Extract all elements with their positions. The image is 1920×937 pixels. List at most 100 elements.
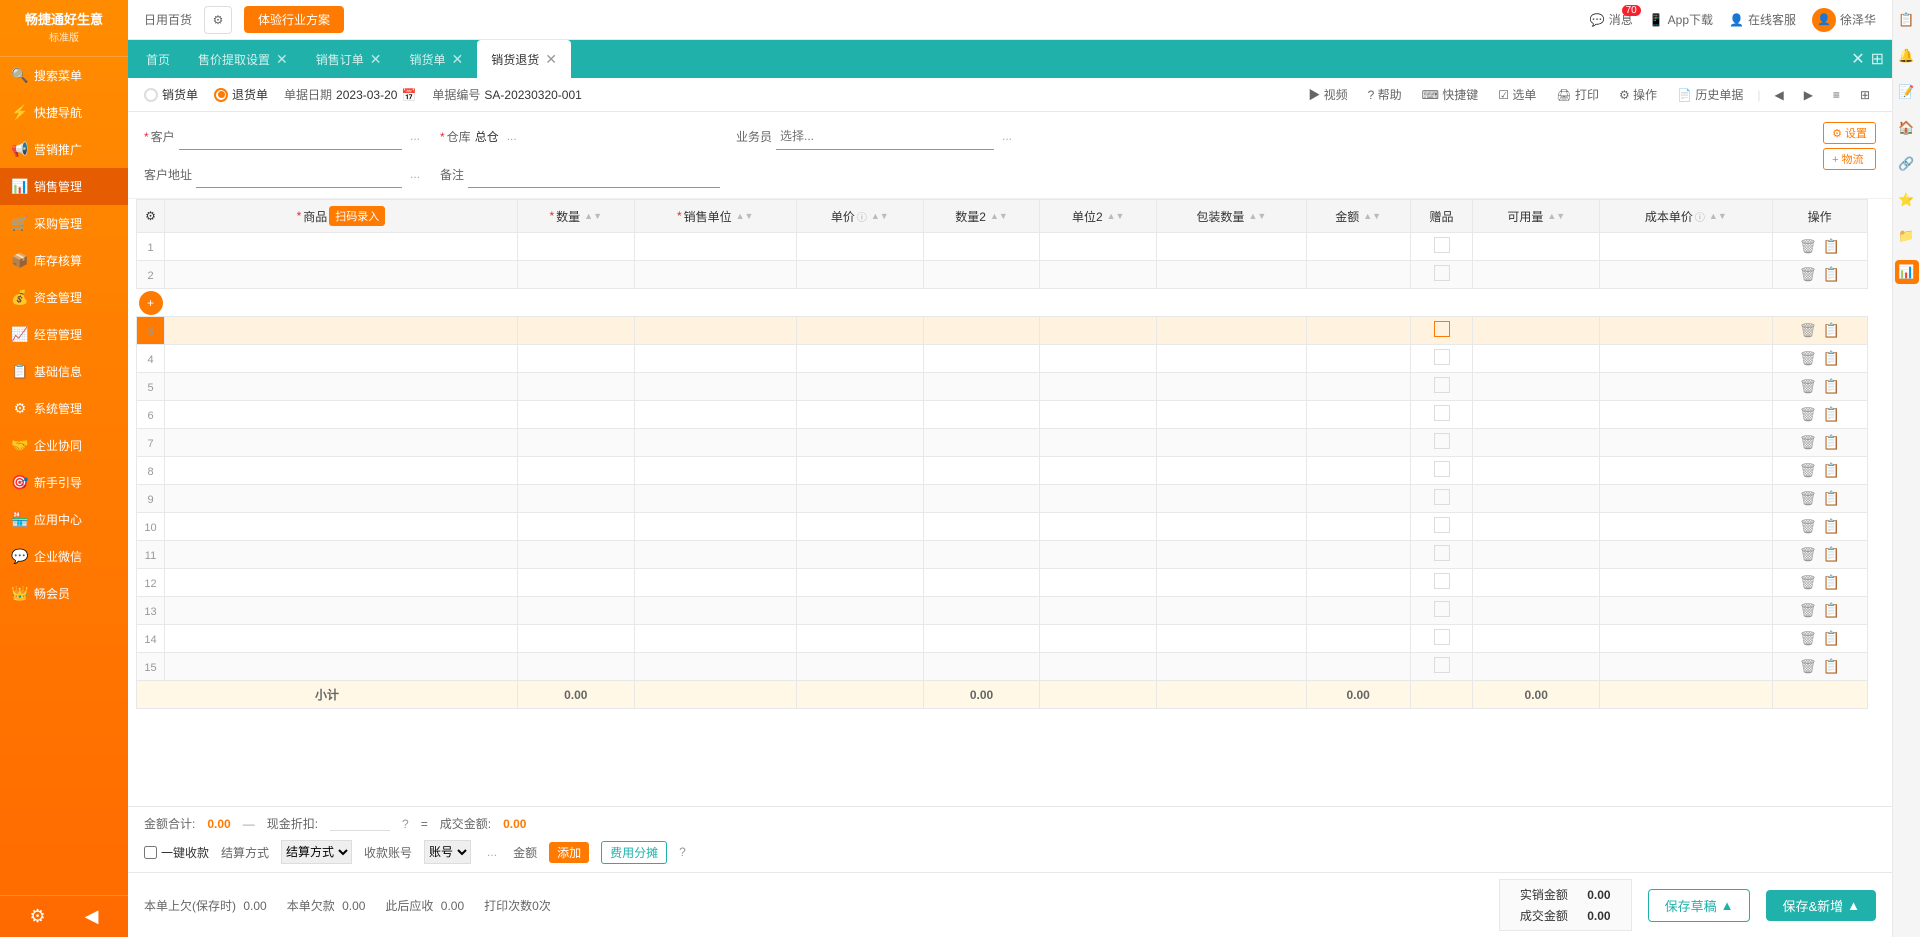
- qty2-cell-13[interactable]: [923, 597, 1040, 625]
- gift-checkbox-3[interactable]: [1434, 321, 1450, 337]
- price-cell-2[interactable]: [796, 261, 923, 289]
- gift-cell-9[interactable]: [1410, 485, 1473, 513]
- gift-checkbox-12[interactable]: [1434, 573, 1450, 589]
- qty-cell-1[interactable]: [517, 233, 634, 261]
- gift-cell-2[interactable]: [1410, 261, 1473, 289]
- delete-icon-13[interactable]: 🗑: [1799, 602, 1817, 619]
- sidebar-item-sales[interactable]: 📊销售管理: [0, 168, 128, 205]
- delete-icon-5[interactable]: 🗑: [1799, 378, 1817, 395]
- unit-cell-13[interactable]: [634, 597, 796, 625]
- delete-icon-9[interactable]: 🗑: [1799, 490, 1817, 507]
- available-cell-5[interactable]: [1473, 373, 1600, 401]
- product-cell-12[interactable]: [165, 569, 518, 597]
- unit2-cell-10[interactable]: [1040, 513, 1157, 541]
- tab-sales_return[interactable]: 销货退货 ✕: [477, 40, 571, 78]
- delete-icon-6[interactable]: 🗑: [1799, 406, 1817, 423]
- pkg-qty-cell-2[interactable]: [1157, 261, 1307, 289]
- toolbar-prev[interactable]: ◀: [1768, 86, 1789, 104]
- product-cell-5[interactable]: [165, 373, 518, 401]
- salesperson-picker[interactable]: ...: [998, 129, 1016, 143]
- pkg-qty-cell-14[interactable]: [1157, 625, 1307, 653]
- delete-icon-4[interactable]: 🗑: [1799, 350, 1817, 367]
- amount-cell-11[interactable]: [1306, 541, 1410, 569]
- delete-icon-8[interactable]: 🗑: [1799, 462, 1817, 479]
- address-picker[interactable]: ...: [406, 167, 424, 181]
- add-row-btn[interactable]: +: [139, 291, 163, 315]
- available-cell-15[interactable]: [1473, 653, 1600, 681]
- price-cell-10[interactable]: [796, 513, 923, 541]
- amount-cell-9[interactable]: [1306, 485, 1410, 513]
- qty2-cell-11[interactable]: [923, 541, 1040, 569]
- qty-cell-4[interactable]: [517, 345, 634, 373]
- unit2-cell-2[interactable]: [1040, 261, 1157, 289]
- unit-cell-6[interactable]: [634, 401, 796, 429]
- copy-icon-7[interactable]: 📋: [1823, 434, 1840, 451]
- product-cell-10[interactable]: [165, 513, 518, 541]
- product-cell-4[interactable]: [165, 345, 518, 373]
- scan-btn[interactable]: 扫码录入: [329, 206, 385, 226]
- pkg-qty-cell-5[interactable]: [1157, 373, 1307, 401]
- unit-cell-2[interactable]: [634, 261, 796, 289]
- copy-icon-12[interactable]: 📋: [1823, 574, 1840, 591]
- toolbar-operate[interactable]: ⚙ 操作: [1613, 84, 1663, 105]
- pkg-qty-cell-6[interactable]: [1157, 401, 1307, 429]
- gift-cell-12[interactable]: [1410, 569, 1473, 597]
- qty2-cell-8[interactable]: [923, 457, 1040, 485]
- trial-button[interactable]: 体验行业方案: [244, 6, 344, 33]
- available-cell-4[interactable]: [1473, 345, 1600, 373]
- sidebar-item-purchase[interactable]: 🛒采购管理: [0, 205, 128, 242]
- radio-sale[interactable]: 销货单: [144, 86, 198, 103]
- right-icon-8[interactable]: 📊: [1895, 260, 1919, 284]
- calendar-icon[interactable]: 📅: [401, 88, 416, 102]
- qty2-cell-15[interactable]: [923, 653, 1040, 681]
- tab-home[interactable]: 首页: [132, 40, 184, 78]
- delete-icon-2[interactable]: 🗑: [1799, 266, 1817, 283]
- cost-price-cell-4[interactable]: [1600, 345, 1772, 373]
- gift-checkbox-11[interactable]: [1434, 545, 1450, 561]
- toolbar-video[interactable]: ▶ 视频: [1302, 84, 1353, 105]
- amount-cell-3[interactable]: [1306, 317, 1410, 345]
- save-draft-button[interactable]: 保存草稿 ▲: [1648, 889, 1751, 922]
- copy-icon-9[interactable]: 📋: [1823, 490, 1840, 507]
- price-cell-14[interactable]: [796, 625, 923, 653]
- qty-cell-7[interactable]: [517, 429, 634, 457]
- pkg-qty-cell-12[interactable]: [1157, 569, 1307, 597]
- unit2-cell-14[interactable]: [1040, 625, 1157, 653]
- unit-cell-9[interactable]: [634, 485, 796, 513]
- amount-cell-4[interactable]: [1306, 345, 1410, 373]
- copy-icon-3[interactable]: 📋: [1823, 322, 1840, 339]
- amount-cell-8[interactable]: [1306, 457, 1410, 485]
- cost-price-cell-6[interactable]: [1600, 401, 1772, 429]
- sidebar-collapse-icon[interactable]: ◀: [85, 906, 99, 927]
- product-cell-11[interactable]: [165, 541, 518, 569]
- right-icon-2[interactable]: 🔔: [1895, 44, 1919, 68]
- customer-input[interactable]: [179, 122, 402, 150]
- qty-cell-5[interactable]: [517, 373, 634, 401]
- sidebar-item-basic[interactable]: 📋基础信息: [0, 353, 128, 390]
- right-icon-7[interactable]: 📁: [1895, 224, 1919, 248]
- gift-cell-6[interactable]: [1410, 401, 1473, 429]
- qty2-cell-9[interactable]: [923, 485, 1040, 513]
- cost-price-cell-5[interactable]: [1600, 373, 1772, 401]
- sidebar-item-wechat[interactable]: 💬企业微信: [0, 538, 128, 575]
- qty2-cell-14[interactable]: [923, 625, 1040, 653]
- sidebar-item-operations[interactable]: 📈经营管理: [0, 316, 128, 353]
- delete-icon-10[interactable]: 🗑: [1799, 518, 1817, 535]
- gift-checkbox-10[interactable]: [1434, 517, 1450, 533]
- unit2-cell-12[interactable]: [1040, 569, 1157, 597]
- one-click-checkbox[interactable]: [144, 846, 157, 859]
- toolbar-view-list[interactable]: ≡: [1827, 86, 1846, 104]
- amount-cell-6[interactable]: [1306, 401, 1410, 429]
- right-icon-4[interactable]: 🏠: [1895, 116, 1919, 140]
- price-cell-7[interactable]: [796, 429, 923, 457]
- right-icon-3[interactable]: 📝: [1895, 80, 1919, 104]
- gift-checkbox-5[interactable]: [1434, 377, 1450, 393]
- unit-cell-12[interactable]: [634, 569, 796, 597]
- gift-checkbox-2[interactable]: [1434, 265, 1450, 281]
- available-cell-12[interactable]: [1473, 569, 1600, 597]
- unit2-cell-4[interactable]: [1040, 345, 1157, 373]
- available-cell-3[interactable]: [1473, 317, 1600, 345]
- price-cell-1[interactable]: [796, 233, 923, 261]
- unit-cell-5[interactable]: [634, 373, 796, 401]
- settings-btn[interactable]: ⚙ 设置: [1823, 122, 1876, 144]
